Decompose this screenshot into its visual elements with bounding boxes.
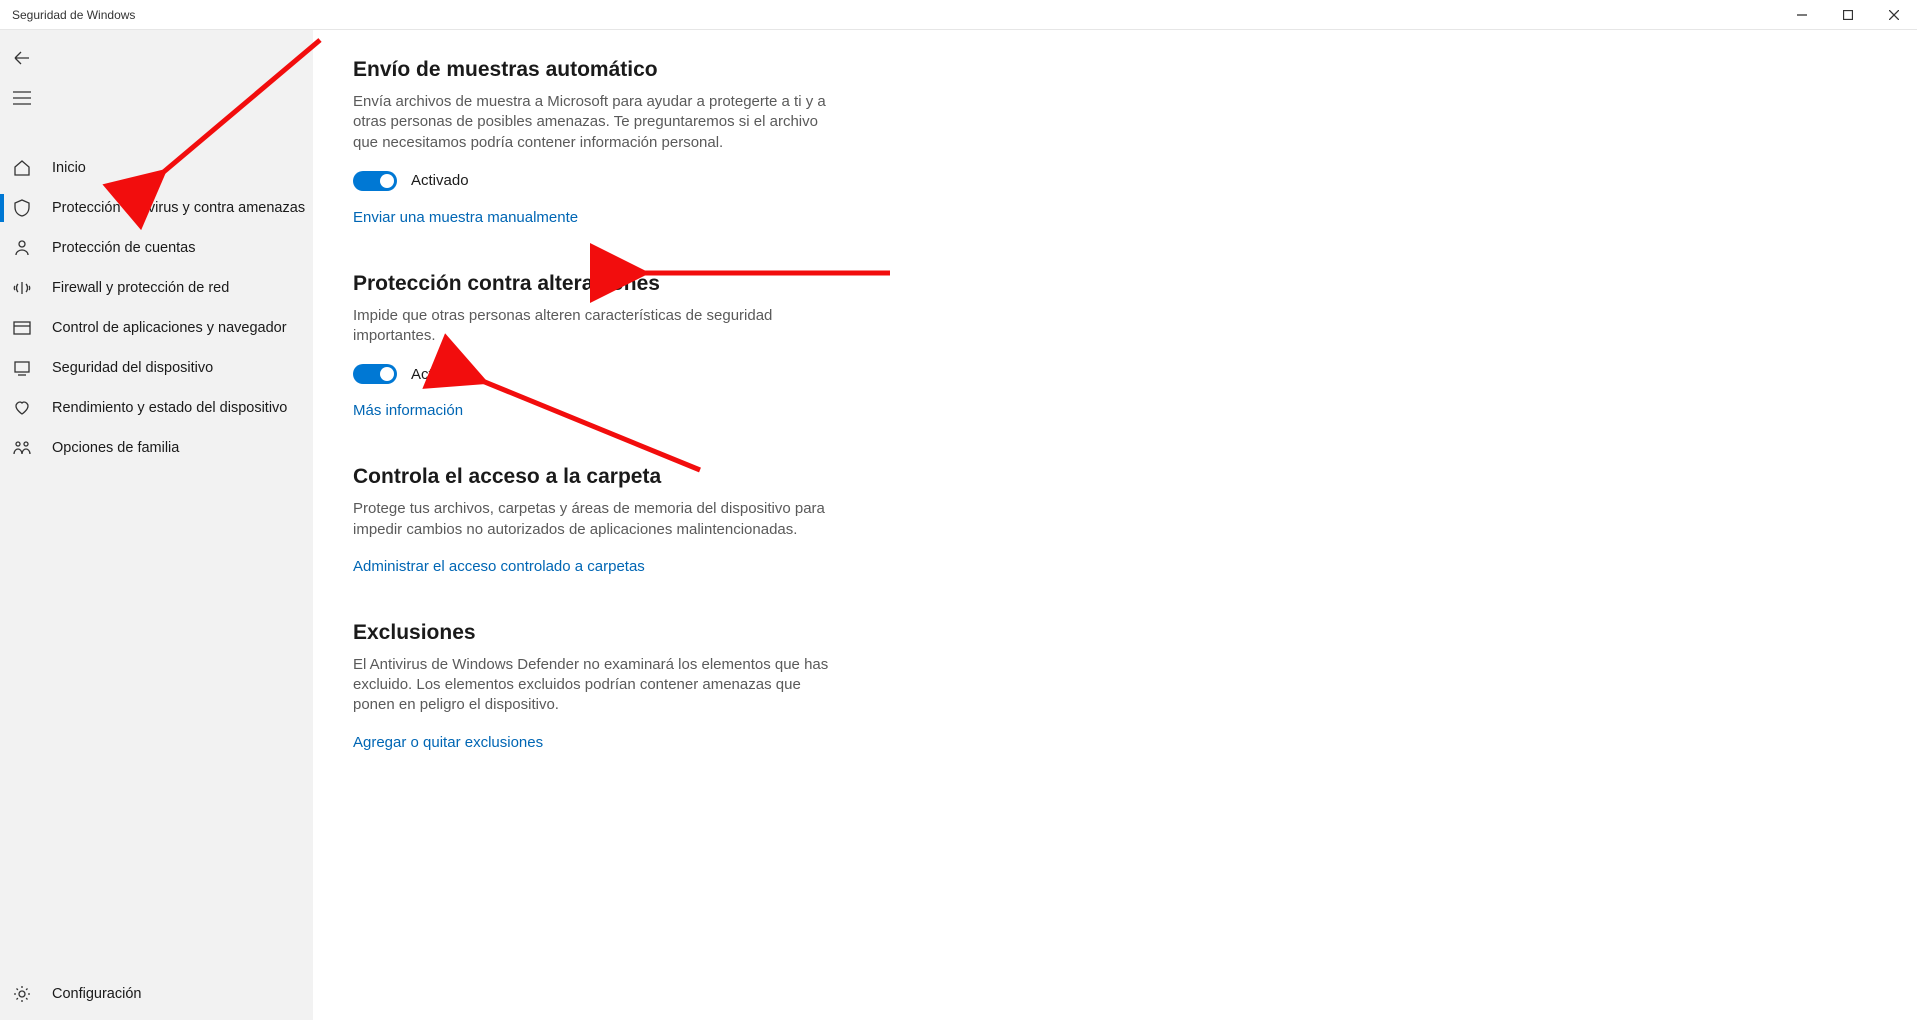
sidebar: Inicio Protección antivirus y contra ame… — [0, 30, 313, 1020]
sidebar-item-device[interactable]: Seguridad del dispositivo — [0, 348, 313, 388]
window-controls — [1779, 0, 1917, 29]
person-icon — [12, 239, 32, 257]
family-icon — [12, 439, 32, 457]
sidebar-item-label: Protección de cuentas — [52, 240, 195, 256]
send-sample-link[interactable]: Enviar una muestra manualmente — [353, 209, 993, 226]
settings-label: Configuración — [52, 986, 141, 1002]
close-button[interactable] — [1871, 0, 1917, 29]
back-arrow-icon — [12, 49, 32, 67]
toggle-state-label: Activado — [411, 366, 469, 383]
section-title: Controla el acceso a la carpeta — [353, 465, 993, 489]
section-description: Impide que otras personas alteren caract… — [353, 306, 833, 347]
sidebar-item-label: Seguridad del dispositivo — [52, 360, 213, 376]
shield-icon — [12, 199, 32, 217]
add-remove-exclusions-link[interactable]: Agregar o quitar exclusiones — [353, 734, 993, 751]
app-window-icon — [12, 319, 32, 337]
sidebar-item-account[interactable]: Protección de cuentas — [0, 228, 313, 268]
sidebar-item-label: Opciones de familia — [52, 440, 179, 456]
hamburger-icon — [12, 91, 32, 105]
section-title: Protección contra alteraciones — [353, 272, 993, 296]
main-area: Inicio Protección antivirus y contra ame… — [0, 30, 1917, 1020]
section-title: Envío de muestras automático — [353, 58, 993, 82]
manage-folder-access-link[interactable]: Administrar el acceso controlado a carpe… — [353, 558, 993, 575]
section-exclusions: Exclusiones El Antivirus de Windows Defe… — [353, 621, 993, 751]
section-description: El Antivirus de Windows Defender no exam… — [353, 655, 833, 716]
device-icon — [12, 359, 32, 377]
sidebar-item-virus[interactable]: Protección antivirus y contra amenazas — [0, 188, 313, 228]
minimize-button[interactable] — [1779, 0, 1825, 29]
toggle-row: Activado — [353, 364, 993, 384]
section-folder-access: Controla el acceso a la carpeta Protege … — [353, 465, 993, 575]
more-info-link[interactable]: Más información — [353, 402, 993, 419]
window-title: Seguridad de Windows — [10, 8, 135, 22]
content-pane: Envío de muestras automático Envía archi… — [313, 30, 1917, 1020]
sidebar-item-health[interactable]: Rendimiento y estado del dispositivo — [0, 388, 313, 428]
section-tamper-protection: Protección contra alteraciones Impide qu… — [353, 272, 993, 420]
sidebar-item-label: Rendimiento y estado del dispositivo — [52, 400, 287, 416]
gear-icon — [12, 985, 32, 1003]
sidebar-item-label: Control de aplicaciones y navegador — [52, 320, 287, 336]
heart-icon — [12, 399, 32, 417]
sidebar-item-label: Firewall y protección de red — [52, 280, 229, 296]
sidebar-item-appbrowser[interactable]: Control de aplicaciones y navegador — [0, 308, 313, 348]
sidebar-item-label: Inicio — [52, 160, 86, 176]
tamper-protection-toggle[interactable] — [353, 364, 397, 384]
section-description: Envía archivos de muestra a Microsoft pa… — [353, 92, 833, 153]
home-icon — [12, 159, 32, 177]
section-description: Protege tus archivos, carpetas y áreas d… — [353, 499, 833, 540]
toggle-row: Activado — [353, 171, 993, 191]
section-sample-submission: Envío de muestras automático Envía archi… — [353, 58, 993, 226]
sidebar-item-family[interactable]: Opciones de familia — [0, 428, 313, 468]
toggle-state-label: Activado — [411, 172, 469, 189]
sidebar-item-firewall[interactable]: Firewall y protección de red — [0, 268, 313, 308]
network-icon — [12, 279, 32, 297]
sidebar-item-home[interactable]: Inicio — [0, 148, 313, 188]
sidebar-item-label: Protección antivirus y contra amenazas — [52, 200, 305, 216]
sample-submission-toggle[interactable] — [353, 171, 397, 191]
settings-button[interactable]: Configuración — [0, 974, 313, 1014]
titlebar: Seguridad de Windows — [0, 0, 1917, 30]
maximize-button[interactable] — [1825, 0, 1871, 29]
hamburger-button[interactable] — [0, 78, 313, 118]
section-title: Exclusiones — [353, 621, 993, 645]
back-button[interactable] — [0, 38, 313, 78]
